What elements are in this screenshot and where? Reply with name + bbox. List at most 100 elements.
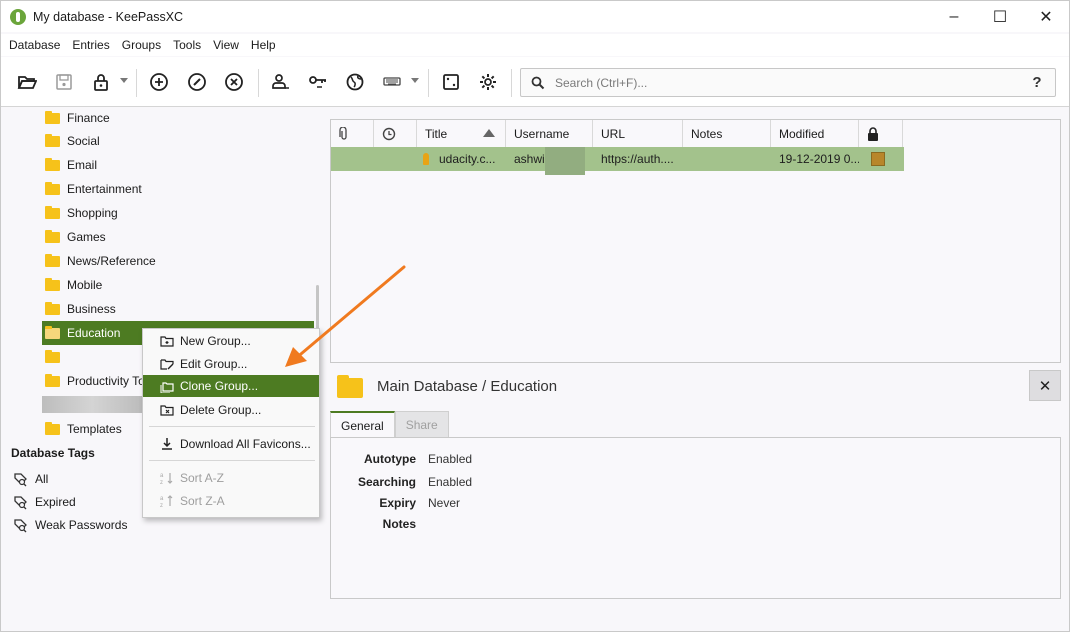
- menu-groups[interactable]: Groups: [118, 34, 165, 56]
- group-item[interactable]: Social: [42, 129, 314, 153]
- menu-database[interactable]: Database: [5, 34, 64, 56]
- group-item[interactable]: Shopping: [42, 201, 314, 225]
- folder-open-icon: [17, 76, 37, 89]
- redacted-group-item: [42, 396, 142, 413]
- lock-database-button[interactable]: [88, 69, 114, 95]
- tag-label: Expired: [35, 495, 76, 509]
- group-preview-header: Main Database / Education ✕: [330, 368, 1061, 408]
- save-database-button[interactable]: [51, 69, 77, 95]
- folder-icon: [45, 373, 60, 387]
- search-help-button[interactable]: ?: [1025, 74, 1049, 91]
- toolbar-separator: [428, 69, 429, 97]
- maximize-button[interactable]: ☐: [977, 1, 1023, 32]
- tag-item-weak-passwords[interactable]: Weak Passwords: [13, 514, 127, 536]
- column-notes[interactable]: Notes: [683, 120, 771, 147]
- window-controls: – ☐ ✕: [931, 1, 1069, 32]
- menu-item-sort-az[interactable]: az Sort A-Z: [143, 467, 319, 489]
- autotype-button[interactable]: [379, 69, 405, 95]
- group-label: Productivity To: [67, 374, 145, 388]
- menu-item-label: Sort Z-A: [180, 494, 225, 508]
- splitter-handle[interactable]: [330, 363, 1061, 366]
- preview-tabs: General Share: [330, 411, 449, 438]
- minimize-button[interactable]: –: [931, 1, 977, 32]
- tag-item-expired[interactable]: Expired: [13, 491, 76, 513]
- password-generator-button[interactable]: [438, 69, 464, 95]
- delete-entry-button[interactable]: [221, 69, 247, 95]
- group-item[interactable]: News/Reference: [42, 249, 314, 273]
- copy-username-button[interactable]: [267, 69, 293, 95]
- menu-entries[interactable]: Entries: [68, 34, 113, 56]
- group-item[interactable]: Games: [42, 225, 314, 249]
- tab-general[interactable]: General: [330, 411, 395, 438]
- column-lock[interactable]: [859, 120, 903, 147]
- keepassxc-logo-icon: [10, 8, 26, 25]
- folder-icon: [45, 205, 60, 219]
- autotype-dropdown-icon[interactable]: [411, 78, 419, 83]
- folder-icon: [45, 253, 60, 267]
- settings-button[interactable]: [475, 69, 501, 95]
- edit-circle-icon: [188, 73, 206, 91]
- edit-entry-button[interactable]: [184, 69, 210, 95]
- search-input[interactable]: [555, 75, 1025, 90]
- prop-expiry: Expiry Never: [331, 496, 460, 510]
- folder-icon: [45, 133, 60, 147]
- open-database-button[interactable]: [14, 69, 40, 95]
- folder-icon: [45, 110, 60, 124]
- menu-item-clone-group[interactable]: Clone Group...: [143, 375, 319, 397]
- column-modified[interactable]: Modified: [771, 120, 859, 147]
- column-title[interactable]: Title: [417, 120, 506, 147]
- edit-group-icon: [160, 359, 174, 370]
- close-button[interactable]: ✕: [1023, 1, 1069, 32]
- group-label: Finance: [67, 111, 110, 125]
- tag-search-icon: [14, 472, 27, 486]
- group-item[interactable]: Business: [42, 297, 314, 321]
- menu-item-label: Sort A-Z: [180, 471, 225, 485]
- folder-icon: [45, 277, 60, 291]
- table-row[interactable]: udacity.c... ashwir https://auth.... 19-…: [331, 147, 904, 175]
- group-item[interactable]: Entertainment: [42, 177, 314, 201]
- entries-table: Title Username URL Notes Modified udacit…: [330, 119, 1061, 363]
- menu-view[interactable]: View: [209, 34, 243, 56]
- group-label: News/Reference: [67, 254, 156, 268]
- new-entry-button[interactable]: [146, 69, 172, 95]
- tag-item-all[interactable]: All: [13, 468, 48, 490]
- menu-tools[interactable]: Tools: [169, 34, 205, 56]
- column-username[interactable]: Username: [506, 120, 593, 147]
- column-expires[interactable]: [374, 120, 417, 147]
- menu-item-label: Delete Group...: [180, 403, 262, 417]
- lock-dropdown-icon[interactable]: [120, 78, 128, 83]
- menu-item-edit-group[interactable]: Edit Group...: [143, 353, 319, 375]
- toolbar-separator: [258, 69, 259, 97]
- column-attachment[interactable]: [331, 120, 374, 147]
- menu-item-label: Download All Favicons...: [180, 437, 311, 451]
- user-copy-icon: [272, 74, 289, 89]
- copy-password-button[interactable]: [305, 69, 331, 95]
- copy-url-button[interactable]: [342, 69, 368, 95]
- group-properties-panel: Autotype Enabled Searching Enabled Expir…: [330, 437, 1061, 599]
- x-circle-icon: [225, 73, 243, 91]
- column-url[interactable]: URL: [593, 120, 683, 147]
- sort-za-icon: az: [160, 495, 173, 508]
- globe-copy-icon: [346, 73, 364, 91]
- column-notes-label: Notes: [691, 126, 723, 141]
- menu-item-delete-group[interactable]: Delete Group...: [143, 399, 319, 421]
- folder-icon: [45, 421, 60, 435]
- gear-icon: [480, 74, 496, 90]
- cell-icons: [331, 147, 417, 171]
- group-item[interactable]: Email: [42, 153, 314, 177]
- search-icon: [531, 76, 545, 89]
- key-copy-icon: [309, 76, 326, 88]
- sort-ascending-icon: [483, 129, 495, 137]
- menu-item-download-favicons[interactable]: Download All Favicons...: [143, 433, 319, 455]
- cell-color: [859, 147, 903, 171]
- menu-help[interactable]: Help: [247, 34, 280, 56]
- toolbar-separator: [136, 69, 137, 97]
- group-item[interactable]: Mobile: [42, 273, 314, 297]
- close-preview-button[interactable]: ✕: [1029, 370, 1061, 401]
- tab-share[interactable]: Share: [394, 411, 449, 438]
- menu-item-new-group[interactable]: New Group...: [143, 330, 319, 352]
- group-item[interactable]: Finance: [42, 108, 314, 130]
- group-label: Entertainment: [67, 182, 142, 196]
- menu-item-sort-za[interactable]: az Sort Z-A: [143, 490, 319, 512]
- column-modified-label: Modified: [779, 126, 825, 141]
